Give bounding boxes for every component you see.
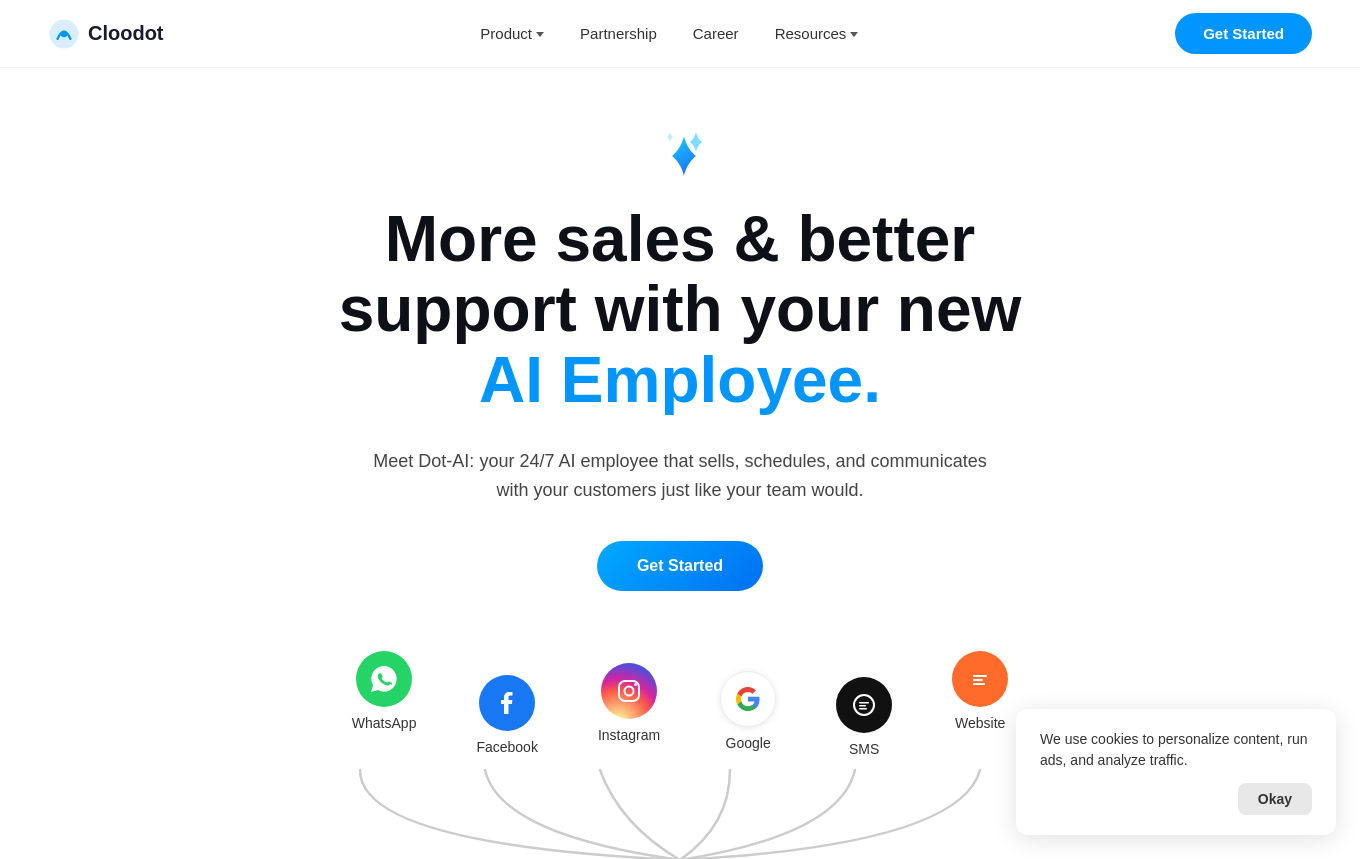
google-label: Google [726,735,771,751]
nav-links: Product Partnership Career Resources [480,25,858,42]
channel-google: Google [720,671,776,751]
connector-svg-wrap [280,765,1080,859]
channel-facebook: Facebook [476,675,537,755]
sms-icon-wrap [836,677,892,733]
svg-rect-11 [973,679,983,681]
nav-link-partnership[interactable]: Partnership [580,25,657,42]
cookie-text: We use cookies to personalize content, r… [1040,729,1312,771]
logo[interactable]: Cloodot [48,18,164,50]
nav-link-product[interactable]: Product [480,25,544,42]
sms-icon [849,690,879,720]
hero-cta-button[interactable]: Get Started [597,541,763,591]
chevron-down-icon [850,32,858,37]
nav-item-career[interactable]: Career [693,25,739,42]
facebook-icon-wrap [479,675,535,731]
nav-cta-button[interactable]: Get Started [1175,13,1312,54]
cookie-okay-button[interactable]: Okay [1238,783,1312,815]
chevron-down-icon [536,32,544,37]
website-icon [965,664,995,694]
facebook-label: Facebook [476,739,537,755]
nav-link-resources[interactable]: Resources [775,25,859,42]
nav-link-career[interactable]: Career [693,25,739,42]
sparkle-icon [652,128,708,184]
svg-point-3 [625,686,634,695]
navbar: Cloodot Product Partnership Career Resou… [0,0,1360,68]
svg-rect-10 [973,675,987,677]
whatsapp-label: WhatsApp [352,715,417,731]
svg-rect-6 [859,702,869,704]
instagram-icon-wrap [601,663,657,719]
nav-item-partnership[interactable]: Partnership [580,25,657,42]
google-icon-wrap [720,671,776,727]
channels-container: WhatsApp Facebook [352,651,1008,757]
channel-connector [280,765,1080,859]
sms-label: SMS [849,741,879,757]
whatsapp-icon-wrap [356,651,412,707]
svg-point-4 [634,683,637,686]
nav-item-resources[interactable]: Resources [775,25,859,42]
facebook-icon [491,687,523,719]
channel-sms: SMS [836,677,892,757]
logo-icon [48,18,80,50]
google-icon [734,685,762,713]
website-icon-wrap [952,651,1008,707]
svg-rect-8 [859,708,867,710]
hero-subtext: Meet Dot-AI: your 24/7 AI employee that … [360,447,1000,505]
instagram-label: Instagram [598,727,660,743]
svg-rect-12 [973,683,985,685]
channel-instagram: Instagram [598,663,660,743]
cookie-banner: We use cookies to personalize content, r… [1016,709,1336,835]
whatsapp-icon [368,663,400,695]
hero-heading: More sales & better support with your ne… [339,204,1022,415]
channel-website: Website [952,651,1008,731]
nav-item-product[interactable]: Product [480,25,544,42]
brand-name: Cloodot [88,22,164,45]
channel-whatsapp: WhatsApp [352,651,417,731]
website-label: Website [955,715,1005,731]
instagram-icon [614,676,644,706]
svg-point-1 [61,30,67,36]
svg-rect-7 [859,705,866,707]
